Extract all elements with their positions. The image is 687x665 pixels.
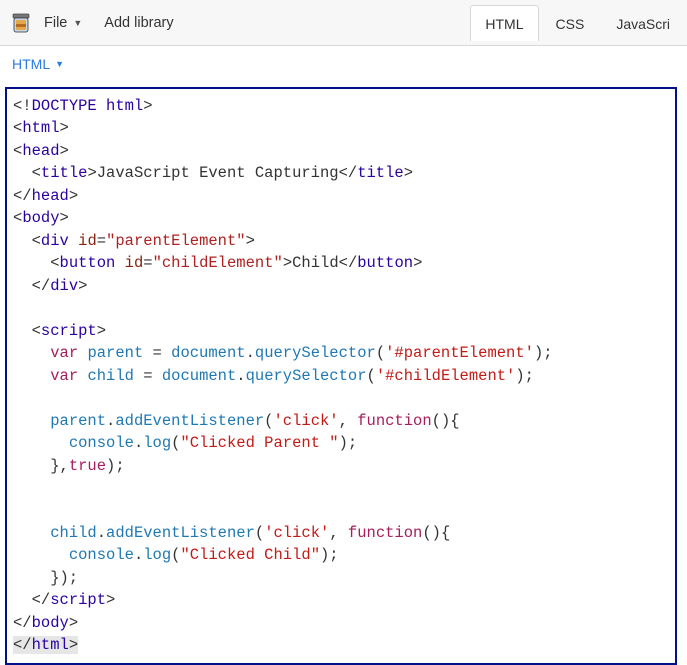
top-toolbar: File ▼ Add library HTML CSS JavaScri	[0, 0, 687, 46]
code-editor[interactable]: <!DOCTYPE html> <html> <head> <title>Jav…	[5, 87, 677, 665]
file-menu-label: File	[44, 15, 67, 31]
add-library-label: Add library	[104, 15, 173, 31]
add-library-button[interactable]: Add library	[104, 15, 173, 31]
app-logo-icon[interactable]	[10, 12, 32, 34]
editor-mode-dropdown[interactable]: HTML ▼	[12, 56, 64, 72]
editor-mode-label: HTML	[12, 56, 50, 72]
file-menu[interactable]: File ▼	[44, 15, 82, 31]
code-content[interactable]: <!DOCTYPE html> <html> <head> <title>Jav…	[13, 95, 669, 657]
sub-toolbar: HTML ▼	[0, 46, 687, 82]
dropdown-icon: ▼	[73, 18, 82, 28]
dropdown-icon: ▼	[55, 59, 64, 69]
tab-css[interactable]: CSS	[541, 5, 600, 41]
tab-html[interactable]: HTML	[470, 5, 538, 41]
tab-javascript[interactable]: JavaScri	[601, 5, 685, 41]
language-tabs: HTML CSS JavaScri	[470, 5, 687, 41]
